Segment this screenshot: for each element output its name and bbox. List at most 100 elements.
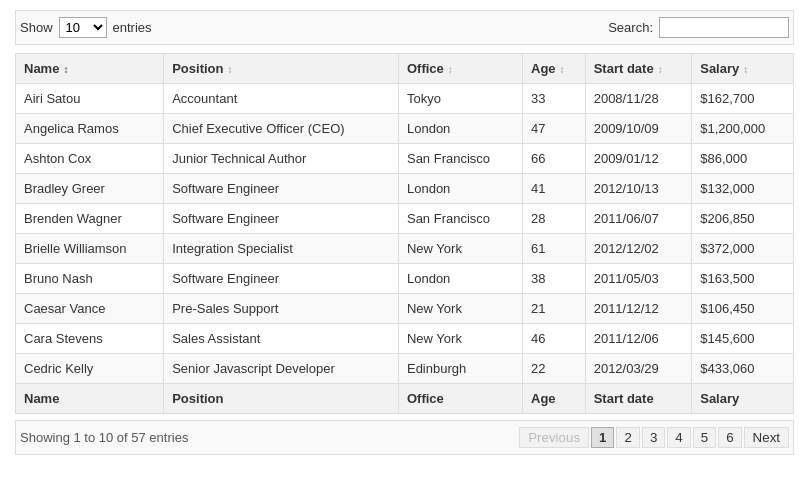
cell-position: Junior Technical Author [164,144,399,174]
cell-start_date: 2012/12/02 [585,234,692,264]
sort-icon-salary: ↕ [743,64,748,75]
cell-start_date: 2011/06/07 [585,204,692,234]
table-row: Bruno NashSoftware EngineerLondon382011/… [16,264,794,294]
table-row: Airi SatouAccountantTokyo332008/11/28$16… [16,84,794,114]
cell-start_date: 2008/11/28 [585,84,692,114]
table-row: Angelica RamosChief Executive Officer (C… [16,114,794,144]
cell-salary: $132,000 [692,174,794,204]
sort-icon-start_date: ↕ [658,64,663,75]
cell-position: Senior Javascript Developer [164,354,399,384]
col-footer-position[interactable]: Position [164,384,399,414]
header-row: Name↕Position↕Office↕Age↕Start date↕Sala… [16,54,794,84]
col-footer-age[interactable]: Age [523,384,586,414]
cell-salary: $86,000 [692,144,794,174]
table-row: Cara StevensSales AssistantNew York46201… [16,324,794,354]
entries-label: entries [113,20,152,35]
page-button-1[interactable]: 1 [591,427,614,448]
cell-position: Sales Assistant [164,324,399,354]
cell-salary: $106,450 [692,294,794,324]
cell-age: 28 [523,204,586,234]
cell-position: Chief Executive Officer (CEO) [164,114,399,144]
sort-icon-position: ↕ [227,64,232,75]
cell-position: Accountant [164,84,399,114]
cell-salary: $206,850 [692,204,794,234]
table-body: Airi SatouAccountantTokyo332008/11/28$16… [16,84,794,384]
cell-start_date: 2009/10/09 [585,114,692,144]
cell-name: Cara Stevens [16,324,164,354]
show-label: Show [20,20,53,35]
cell-age: 21 [523,294,586,324]
next-button[interactable]: Next [744,427,789,448]
cell-name: Cedric Kelly [16,354,164,384]
table-head: Name↕Position↕Office↕Age↕Start date↕Sala… [16,54,794,84]
cell-start_date: 2009/01/12 [585,144,692,174]
col-header-age[interactable]: Age↕ [523,54,586,84]
info-text: Showing 1 to 10 of 57 entries [20,430,188,445]
cell-office: New York [398,294,522,324]
col-footer-office[interactable]: Office [398,384,522,414]
cell-office: London [398,174,522,204]
col-header-salary[interactable]: Salary↕ [692,54,794,84]
main-wrapper: Show 102550100 entries Search: Name↕Posi… [0,0,809,465]
col-footer-start_date[interactable]: Start date [585,384,692,414]
table-row: Brielle WilliamsonIntegration Specialist… [16,234,794,264]
page-button-3[interactable]: 3 [642,427,665,448]
cell-office: New York [398,324,522,354]
sort-icon-name: ↕ [63,64,68,75]
top-controls: Show 102550100 entries Search: [15,10,794,45]
footer-header-row: NamePositionOfficeAgeStart dateSalary [16,384,794,414]
cell-name: Brielle Williamson [16,234,164,264]
table-foot: NamePositionOfficeAgeStart dateSalary [16,384,794,414]
page-button-6[interactable]: 6 [718,427,741,448]
search-label: Search: [608,20,653,35]
col-header-start_date[interactable]: Start date↕ [585,54,692,84]
cell-office: San Francisco [398,204,522,234]
cell-position: Software Engineer [164,174,399,204]
cell-age: 46 [523,324,586,354]
bottom-controls: Showing 1 to 10 of 57 entries Previous 1… [15,420,794,455]
cell-age: 41 [523,174,586,204]
entries-select[interactable]: 102550100 [59,17,107,38]
search-input[interactable] [659,17,789,38]
cell-start_date: 2012/03/29 [585,354,692,384]
cell-name: Bruno Nash [16,264,164,294]
sort-icon-office: ↕ [448,64,453,75]
page-button-5[interactable]: 5 [693,427,716,448]
cell-salary: $372,000 [692,234,794,264]
cell-start_date: 2012/10/13 [585,174,692,204]
table-row: Caesar VancePre-Sales SupportNew York212… [16,294,794,324]
col-footer-salary[interactable]: Salary [692,384,794,414]
page-button-2[interactable]: 2 [616,427,639,448]
cell-office: Edinburgh [398,354,522,384]
cell-position: Software Engineer [164,204,399,234]
data-table: Name↕Position↕Office↕Age↕Start date↕Sala… [15,53,794,414]
cell-name: Caesar Vance [16,294,164,324]
cell-office: New York [398,234,522,264]
previous-button[interactable]: Previous [519,427,589,448]
cell-salary: $162,700 [692,84,794,114]
cell-office: London [398,114,522,144]
col-header-position[interactable]: Position↕ [164,54,399,84]
col-header-office[interactable]: Office↕ [398,54,522,84]
cell-salary: $163,500 [692,264,794,294]
cell-salary: $145,600 [692,324,794,354]
cell-name: Bradley Greer [16,174,164,204]
cell-name: Ashton Cox [16,144,164,174]
cell-age: 47 [523,114,586,144]
table-row: Brenden WagnerSoftware EngineerSan Franc… [16,204,794,234]
cell-salary: $433,060 [692,354,794,384]
cell-name: Angelica Ramos [16,114,164,144]
page-button-4[interactable]: 4 [667,427,690,448]
col-footer-name[interactable]: Name [16,384,164,414]
table-row: Bradley GreerSoftware EngineerLondon4120… [16,174,794,204]
cell-office: Tokyo [398,84,522,114]
col-header-name[interactable]: Name↕ [16,54,164,84]
cell-start_date: 2011/12/12 [585,294,692,324]
cell-age: 38 [523,264,586,294]
pagination: Previous 123456Next [519,427,789,448]
cell-name: Brenden Wagner [16,204,164,234]
cell-age: 33 [523,84,586,114]
cell-age: 61 [523,234,586,264]
sort-icon-age: ↕ [560,64,565,75]
cell-position: Pre-Sales Support [164,294,399,324]
